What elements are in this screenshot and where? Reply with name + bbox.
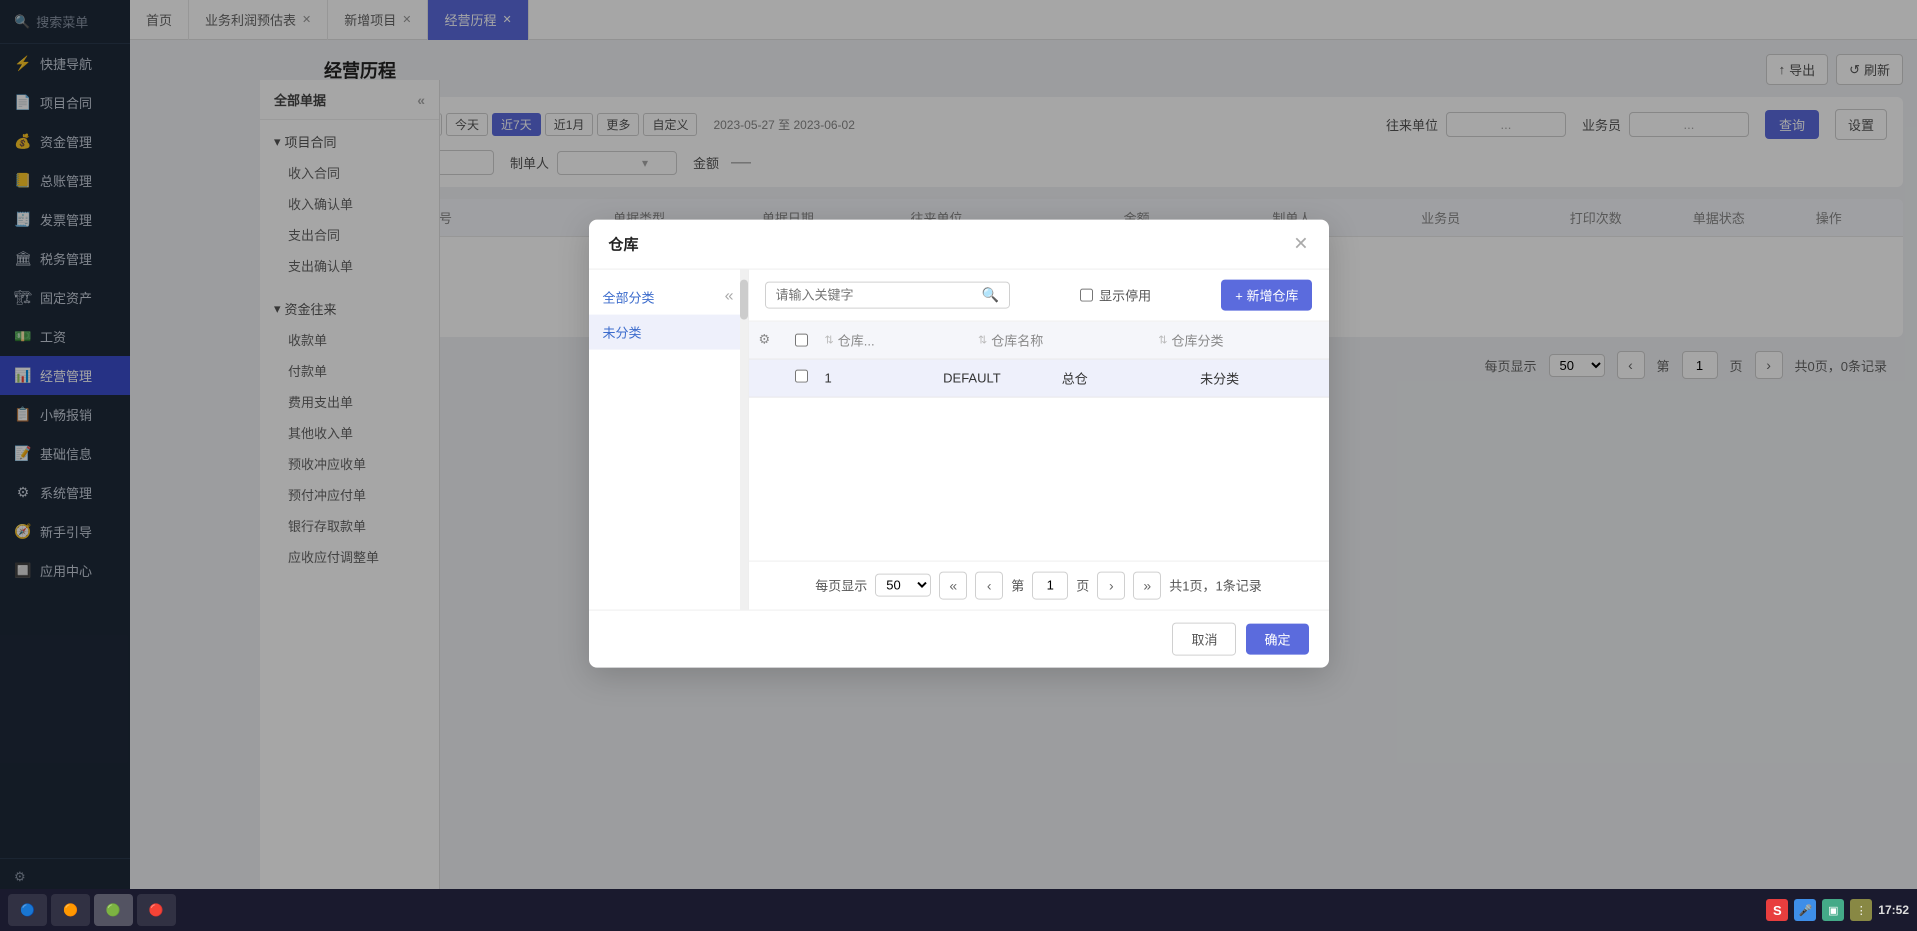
modal-sidebar-scrollbar-thumb — [740, 279, 748, 319]
modal-th-code: ⇅ 仓库... — [815, 321, 969, 358]
modal-sidebar: 全部分类 « 未分类 — [589, 269, 749, 609]
col-code-label: 仓库... — [838, 330, 875, 349]
modal-per-page-select[interactable]: 50 10 20 100 — [875, 574, 931, 597]
modal-close-button[interactable]: ✕ — [1293, 233, 1308, 254]
system-tray: S 🎤 ▣ ⋮ 17:52 — [1766, 899, 1909, 921]
confirm-button[interactable]: 确定 — [1246, 623, 1308, 654]
row-code-val: DEFAULT — [943, 370, 1001, 385]
row-name-val: 总仓 — [1062, 371, 1088, 386]
modal-page-input[interactable] — [1032, 571, 1068, 599]
modal-th-name: ⇅ 仓库名称 — [968, 321, 1148, 358]
row-checkbox[interactable] — [795, 370, 808, 383]
modal-sidebar-scrollbar[interactable] — [740, 269, 748, 609]
taskbar-item-3[interactable]: 🟢 — [94, 894, 133, 926]
modal-search-box[interactable]: 🔍 — [765, 281, 1010, 308]
modal-table-header: ⚙ ⇅ 仓库... ⇅ 仓库名称 ⇅ 仓库分类 — [749, 321, 1329, 359]
unclassified-label: 未分类 — [603, 325, 642, 340]
modal-sidebar-collapse-icon[interactable]: « — [725, 288, 734, 306]
tray-icon-s: S — [1766, 899, 1788, 921]
modal-last-btn[interactable]: » — [1133, 571, 1161, 599]
taskbar-icon-1: 🔵 — [20, 903, 35, 917]
modal-total-text: 共1页，1条记录 — [1169, 576, 1261, 595]
taskbar-item-2[interactable]: 🟠 — [51, 894, 90, 926]
taskbar-icon-2: 🟠 — [63, 903, 78, 917]
add-warehouse-button[interactable]: + 新增仓库 — [1221, 279, 1312, 310]
cancel-button[interactable]: 取消 — [1172, 622, 1236, 655]
td-check — [785, 361, 815, 395]
taskbar-icon-3: 🟢 — [106, 903, 121, 917]
modal-page-suffix: 页 — [1076, 576, 1089, 595]
td-code: DEFAULT — [933, 361, 1052, 394]
modal-category-label: 全部分类 — [603, 287, 655, 306]
modal-prev-btn[interactable]: ‹ — [975, 571, 1003, 599]
modal-header: 仓库 ✕ — [589, 219, 1329, 269]
modal-category-unclassified[interactable]: 未分类 — [589, 314, 748, 349]
taskbar-icon-4: 🔴 — [149, 903, 164, 917]
modal-th-check — [785, 324, 815, 355]
taskbar-item-4[interactable]: 🔴 — [137, 894, 176, 926]
sort-icon-name: ⇅ — [978, 333, 987, 346]
td-row-num: 1 — [815, 361, 934, 394]
sort-icon-code: ⇅ — [825, 333, 834, 346]
table-row: 1 DEFAULT 总仓 未分类 — [749, 359, 1329, 397]
search-icon: 🔍 — [982, 286, 999, 303]
modal-select-all[interactable] — [795, 333, 808, 346]
modal-main: 🔍 显示停用 + 新增仓库 ⚙ ⇅ — [749, 269, 1329, 609]
modal-table: ⚙ ⇅ 仓库... ⇅ 仓库名称 ⇅ 仓库分类 — [749, 321, 1329, 560]
show-disabled-checkbox-label[interactable]: 显示停用 — [1080, 285, 1151, 304]
tray-icon-mic: 🎤 — [1794, 899, 1816, 921]
td-gear — [749, 369, 785, 387]
show-disabled-label: 显示停用 — [1099, 285, 1151, 304]
row-cat-val: 未分类 — [1200, 371, 1239, 386]
modal-th-cat: ⇅ 仓库分类 — [1148, 321, 1328, 358]
row-num-val: 1 — [825, 370, 832, 385]
sort-icon-cat: ⇅ — [1158, 333, 1167, 346]
modal-toolbar: 🔍 显示停用 + 新增仓库 — [749, 269, 1329, 321]
tray-icon-extra: ⋮ — [1850, 899, 1872, 921]
modal-page-word: 第 — [1011, 576, 1024, 595]
modal-title: 仓库 — [609, 233, 639, 254]
warehouse-modal: 仓库 ✕ 全部分类 « 未分类 🔍 — [589, 219, 1329, 667]
modal-category-header[interactable]: 全部分类 « — [589, 279, 748, 314]
modal-actions: 取消 确定 — [589, 609, 1329, 667]
modal-body: 全部分类 « 未分类 🔍 显示停用 + 新增仓库 — [589, 269, 1329, 609]
gear-col-icon: ⚙ — [759, 332, 771, 348]
taskbar-item-1[interactable]: 🔵 — [8, 894, 47, 926]
td-name: 总仓 — [1052, 359, 1190, 396]
td-cat: 未分类 — [1190, 359, 1328, 396]
modal-search-input[interactable] — [776, 287, 976, 302]
modal-first-btn[interactable]: « — [939, 571, 967, 599]
modal-next-btn[interactable]: › — [1097, 571, 1125, 599]
taskbar-time: 17:52 — [1878, 903, 1909, 917]
show-disabled-checkbox[interactable] — [1080, 288, 1093, 301]
col-cat-label: 仓库分类 — [1171, 330, 1223, 349]
col-name-label: 仓库名称 — [991, 330, 1043, 349]
modal-pagination: 每页显示 50 10 20 100 « ‹ 第 页 › » 共1页，1条记录 — [749, 560, 1329, 609]
modal-per-page-label: 每页显示 — [815, 576, 867, 595]
tray-icon-screen: ▣ — [1822, 899, 1844, 921]
modal-th-gear: ⚙ — [749, 323, 785, 357]
windows-taskbar: 🔵 🟠 🟢 🔴 S 🎤 ▣ ⋮ 17:52 — [0, 889, 1917, 931]
